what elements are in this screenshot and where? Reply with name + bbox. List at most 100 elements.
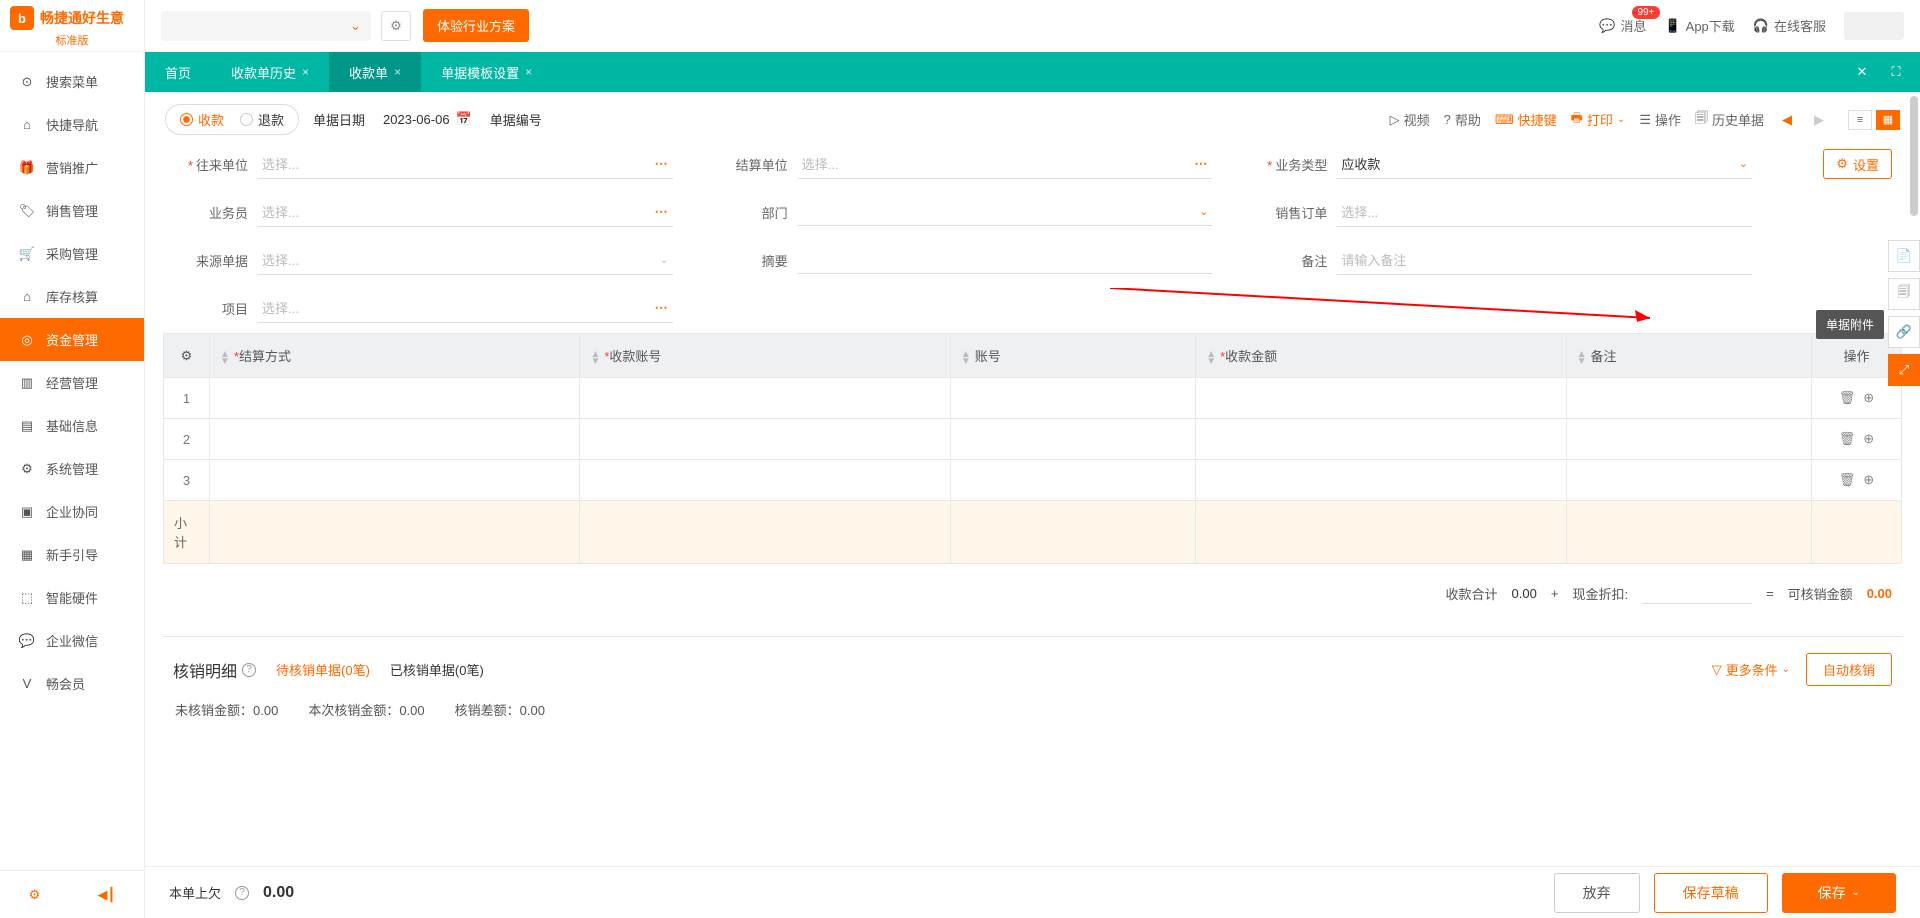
company-selector[interactable]: ⌄ [161,11,371,41]
history-link[interactable]: 🗐历史单据 [1695,109,1764,131]
sidebar-item-9[interactable]: ⚙系统管理 [0,447,144,490]
sidebar-item-12[interactable]: ⬚智能硬件 [0,576,144,619]
collapse-icon[interactable]: ◀┃ [98,887,116,903]
more-icon[interactable]: ⋯ [655,300,669,316]
date-input[interactable]: 2023-06-06 📅 [379,109,476,130]
dept-input[interactable]: ⌄ [798,198,1213,226]
table-row[interactable]: 2🗑⊕ [164,419,1902,460]
wechat-icon: 💬 [18,632,36,650]
tab-2[interactable]: 收款单× [329,52,421,92]
save-draft-button[interactable]: 保存草稿 [1654,873,1768,913]
sidebar-item-7[interactable]: ▥经营管理 [0,361,144,404]
delete-icon[interactable]: 🗑 [1839,431,1856,446]
sidebar-item-13[interactable]: 💬 企业微信 [0,619,144,662]
operate-link[interactable]: ☰操作 [1639,110,1681,129]
close-icon[interactable]: × [302,65,309,79]
gear-icon: ⚙ [1836,156,1848,172]
settings-icon[interactable]: ⚙ [29,887,41,903]
view-form-icon[interactable]: ▦ [1876,110,1900,130]
sidebar-item-14[interactable]: V畅会员 [0,662,144,705]
add-row-icon[interactable]: ⊕ [1863,472,1874,487]
more-icon[interactable]: ⋯ [655,204,669,220]
add-row-icon[interactable]: ⊕ [1863,390,1874,405]
table-row[interactable]: 1🗑⊕ [164,378,1902,419]
sidebar-item-2[interactable]: 🎁营销推广 [0,146,144,189]
col-receive-account[interactable]: ▲▼*收款账号 [580,334,950,378]
more-icon[interactable]: ⋯ [655,156,669,172]
float-expand-icon[interactable]: ⤢ [1888,354,1920,386]
table-gear-header[interactable]: ⚙ [164,334,210,378]
user-avatar[interactable] [1844,12,1904,40]
col-settle-method[interactable]: ▲▼*结算方式 [210,334,580,378]
verify-tab-done[interactable]: 已核销单据(0笔) [390,660,484,679]
sidebar-item-0[interactable]: ⊙搜索菜单 [0,60,144,103]
sidebar-item-3[interactable]: 🏷销售管理 [0,189,144,232]
float-attachment-icon[interactable]: 🔗 [1888,316,1920,348]
delete-icon[interactable]: 🗑 [1839,390,1856,405]
float-note-icon[interactable]: 📄 [1888,240,1920,272]
col-remark[interactable]: ▲▼备注 [1566,334,1811,378]
prev-doc-icon[interactable]: ◀ [1778,112,1796,128]
detail-table: ⚙ ▲▼*结算方式 ▲▼*收款账号 ▲▼账号 ▲▼*收款金额 ▲▼备注 操作 1… [145,333,1920,564]
salesorder-input[interactable]: 选择... [1337,197,1752,227]
view-list-icon[interactable]: ≡ [1848,110,1872,130]
verify-tab-pending[interactable]: 待核销单据(0笔) [276,660,370,679]
video-link[interactable]: ▷视频 [1390,110,1430,129]
table-row[interactable]: 3🗑⊕ [164,460,1902,501]
col-account-no[interactable]: ▲▼账号 [950,334,1195,378]
sourcedoc-input[interactable]: 选择...⌄ [258,245,673,275]
next-doc-icon[interactable]: ▶ [1810,112,1828,128]
cash-discount-input[interactable] [1642,582,1752,604]
chevron-down-icon: ⌄ [1782,664,1790,675]
settings-button[interactable]: ⚙设置 [1823,149,1892,179]
tab-close-all-icon[interactable]: ✕ [1850,60,1874,84]
more-conditions-link[interactable]: ▽更多条件⌄ [1712,660,1790,679]
tab-0[interactable]: 首页 [145,52,211,92]
salesman-input[interactable]: 选择...⋯ [258,197,673,227]
sidebar-item-10[interactable]: ▣企业协同 [0,490,144,533]
scrollbar[interactable] [1910,96,1918,216]
sidebar-item-11[interactable]: ▦新手引导 [0,533,144,576]
docno-label: 单据编号 [490,110,542,129]
trial-button[interactable]: 体验行业方案 [423,9,529,42]
sidebar-item-6[interactable]: ◎资金管理 [0,318,144,361]
customer-input[interactable]: 选择...⋯ [258,149,673,179]
support-link[interactable]: 🎧 在线客服 [1753,16,1826,35]
close-icon[interactable]: × [394,65,401,79]
add-row-icon[interactable]: ⊕ [1863,431,1874,446]
close-icon[interactable]: × [525,65,532,79]
tab-1[interactable]: 收款单历史× [211,52,329,92]
filter-icon: ▽ [1712,662,1722,678]
col-receive-amount[interactable]: ▲▼*收款金额 [1196,334,1566,378]
project-input[interactable]: 选择...⋯ [258,293,673,323]
messages-link[interactable]: 💬 消息 99+ [1599,16,1646,35]
summary-input[interactable] [798,246,1213,274]
fullscreen-icon[interactable]: ⛶ [1884,60,1908,84]
auto-verify-button[interactable]: 自动核销 [1806,653,1892,686]
compass-icon: ⌂ [18,116,36,134]
print-link[interactable]: 🖶打印⌄ [1571,109,1626,131]
sidebar-item-label: 系统管理 [46,459,98,478]
app-download-link[interactable]: 📱 App下载 [1664,16,1734,35]
help-link[interactable]: ?帮助 [1444,110,1481,129]
remark-input[interactable]: 请输入备注 [1337,245,1752,275]
shortcut-link[interactable]: ⌨快捷键 [1495,110,1557,129]
delete-icon[interactable]: 🗑 [1839,472,1856,487]
discard-button[interactable]: 放弃 [1554,873,1640,913]
help-icon[interactable]: ? [235,886,249,900]
save-button[interactable]: 保存⌄ [1782,873,1896,913]
sidebar-item-8[interactable]: ▤基础信息 [0,404,144,447]
sidebar-item-1[interactable]: ⌂快捷导航 [0,103,144,146]
float-print-icon[interactable]: 🗐 [1888,278,1920,310]
settleunit-input[interactable]: 选择...⋯ [798,149,1213,179]
radio-receive[interactable]: 收款 [180,110,224,129]
more-icon[interactable]: ⋯ [1194,156,1208,172]
sidebar-item-label: 企业微信 [46,631,98,650]
biztype-input[interactable]: 应收款⌄ [1337,149,1752,179]
sidebar-item-5[interactable]: ⌂库存核算 [0,275,144,318]
help-icon[interactable]: ? [242,663,256,677]
tab-3[interactable]: 单据模板设置× [421,52,552,92]
sidebar-item-4[interactable]: 🛒采购管理 [0,232,144,275]
config-icon[interactable]: ⚙ [381,11,411,41]
radio-refund[interactable]: 退款 [240,110,284,129]
